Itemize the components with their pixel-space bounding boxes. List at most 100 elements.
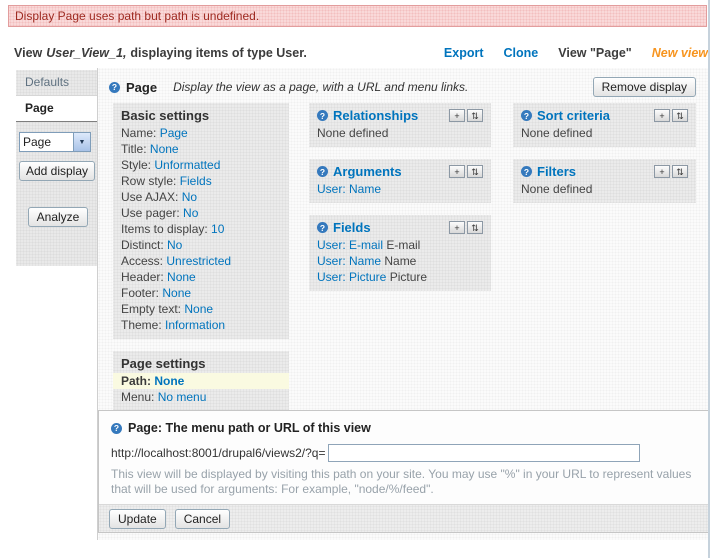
sidebar-tab-page[interactable]: Page [16,96,97,122]
right-sections-column: ? Sort criteria + ⇅ None defined? Filters + ⇅ No… [513,103,696,215]
page-settings-rows: Path: None Menu: No menu [113,373,289,405]
display-type-select[interactable]: Page ▼ [19,132,91,152]
config-pane-footer: Update Cancel [99,504,708,532]
section-header-sort-criteria: ? Sort criteria + ⇅ [521,108,688,123]
basic-settings-rows: Name: Page Title: None Style: Unformatted R… [121,125,281,333]
section-box-filters: ? Filters + ⇅ None defined [513,159,696,203]
add-item-button[interactable]: + [449,165,465,178]
help-icon[interactable]: ? [521,110,532,121]
setting-value-link[interactable]: None [184,302,213,316]
section-title-link-fields[interactable]: Fields [333,220,371,235]
section-item-row: User: Name Name [317,253,483,269]
section-box-relationships: ? Relationships + ⇅ None defined [309,103,491,147]
section-title-link-arguments[interactable]: Arguments [333,164,402,179]
setting-value-link[interactable]: No [183,206,198,220]
section-title-link-sort-criteria[interactable]: Sort criteria [537,108,610,123]
path-field-row: http://localhost:8001/drupal6/views2/?q= [111,444,696,462]
add-item-button[interactable]: + [449,109,465,122]
basic-settings-header: Basic settings [121,108,281,123]
export-link[interactable]: Export [444,46,484,60]
setting-row-header: Header: None [121,269,281,285]
view-title-suffix: displaying items of type User. [130,46,307,60]
setting-value-link[interactable]: Unrestricted [166,254,231,268]
setting-label: Style: [121,158,155,172]
section-box-sort-criteria: ? Sort criteria + ⇅ None defined [513,103,696,147]
setting-value-link[interactable]: None [150,142,179,156]
section-item-row: User: Name [317,181,483,197]
help-icon[interactable]: ? [317,110,328,121]
setting-label: Empty text: [121,302,185,316]
page-settings-title: Page settings [121,356,206,371]
display-type-select-value: Page [23,135,52,149]
section-title-link-filters[interactable]: Filters [537,164,576,179]
clone-link[interactable]: Clone [504,46,539,60]
chevron-down-icon: ▼ [73,133,90,151]
rearrange-items-button[interactable]: ⇅ [672,109,688,122]
section-item-suffix: Name [381,254,417,268]
setting-row-footer: Footer: None [121,285,281,301]
remove-display-button[interactable]: Remove display [592,77,696,97]
update-button[interactable]: Update [109,508,166,529]
sidebar-tab-defaults[interactable]: Defaults [16,70,97,96]
view-page-link[interactable]: View "Page" [558,46,631,60]
setting-value-link[interactable]: None [167,270,196,284]
section-item-link[interactable]: User: E-mail [317,238,383,252]
setting-label: Name: [121,126,160,140]
rearrange-items-button[interactable]: ⇅ [467,165,483,178]
display-sidebar: Defaults Page Page ▼ Add display Analyze [16,70,97,266]
section-header-arguments: ? Arguments + ⇅ [317,164,483,179]
view-title-prefix: View [14,46,43,60]
setting-value-link[interactable]: Fields [180,174,212,188]
path-input[interactable] [328,444,641,462]
setting-value-link[interactable]: 10 [211,222,224,236]
help-icon[interactable]: ? [521,166,532,177]
rearrange-items-button[interactable]: ⇅ [467,109,483,122]
section-item-link[interactable]: User: Name [317,182,381,196]
setting-value-link[interactable]: Page [160,126,188,140]
setting-label: Access: [121,254,167,268]
setting-value-link[interactable]: None [154,374,184,388]
help-icon[interactable]: ? [111,422,122,434]
setting-row-row-style: Row style: Fields [121,173,281,189]
display-header: ? Page Display the view as a page, with … [109,77,696,97]
help-icon[interactable]: ? [317,222,328,233]
sidebar-controls: Page ▼ Add display Analyze [16,122,97,227]
section-item-suffix: E-mail [383,238,421,252]
page-settings-box: Page settings Path: None Menu: No menu [113,351,289,411]
section-buttons: + ⇅ [449,165,483,178]
cancel-button[interactable]: Cancel [174,508,231,529]
setting-value-link[interactable]: Information [165,318,225,332]
setting-value-link[interactable]: No [167,238,182,252]
setting-row-use-pager: Use pager: No [121,205,281,221]
error-message: Display Page uses path but path is undef… [8,5,707,27]
setting-value-link[interactable]: No [182,190,197,204]
rearrange-items-button[interactable]: ⇅ [672,165,688,178]
section-item-row: User: E-mail E-mail [317,237,483,253]
add-item-button[interactable]: + [654,109,670,122]
page-title: View User_View_1, displaying items of ty… [14,46,307,60]
setting-value-link[interactable]: Unformatted [154,158,220,172]
new-view-link[interactable]: New view [652,46,708,60]
section-item-text: None defined [521,182,593,196]
help-icon[interactable]: ? [317,166,328,177]
section-item-link[interactable]: User: Picture [317,270,386,284]
setting-label: Items to display: [121,222,212,236]
add-item-button[interactable]: + [654,165,670,178]
path-description: This view will be displayed by visiting … [111,467,692,496]
section-item-link[interactable]: User: Name [317,254,381,268]
setting-value-link[interactable]: No menu [158,390,207,404]
section-item-row: User: Picture Picture [317,269,483,285]
section-title-link-relationships[interactable]: Relationships [333,108,418,123]
add-item-button[interactable]: + [449,221,465,234]
help-icon[interactable]: ? [109,81,120,93]
rearrange-items-button[interactable]: ⇅ [467,221,483,234]
section-item-text: None defined [317,126,389,140]
config-pane-title-row: ? Page: The menu path or URL of this vie… [111,421,696,435]
setting-label: Use AJAX: [121,190,182,204]
add-display-button[interactable]: Add display [19,161,95,181]
setting-row-empty-text: Empty text: None [121,301,281,317]
views-admin-page: Display Page uses path but path is undef… [0,0,720,558]
setting-value-link[interactable]: None [162,286,191,300]
analyze-button[interactable]: Analyze [28,207,88,227]
section-item-suffix: Picture [386,270,428,284]
